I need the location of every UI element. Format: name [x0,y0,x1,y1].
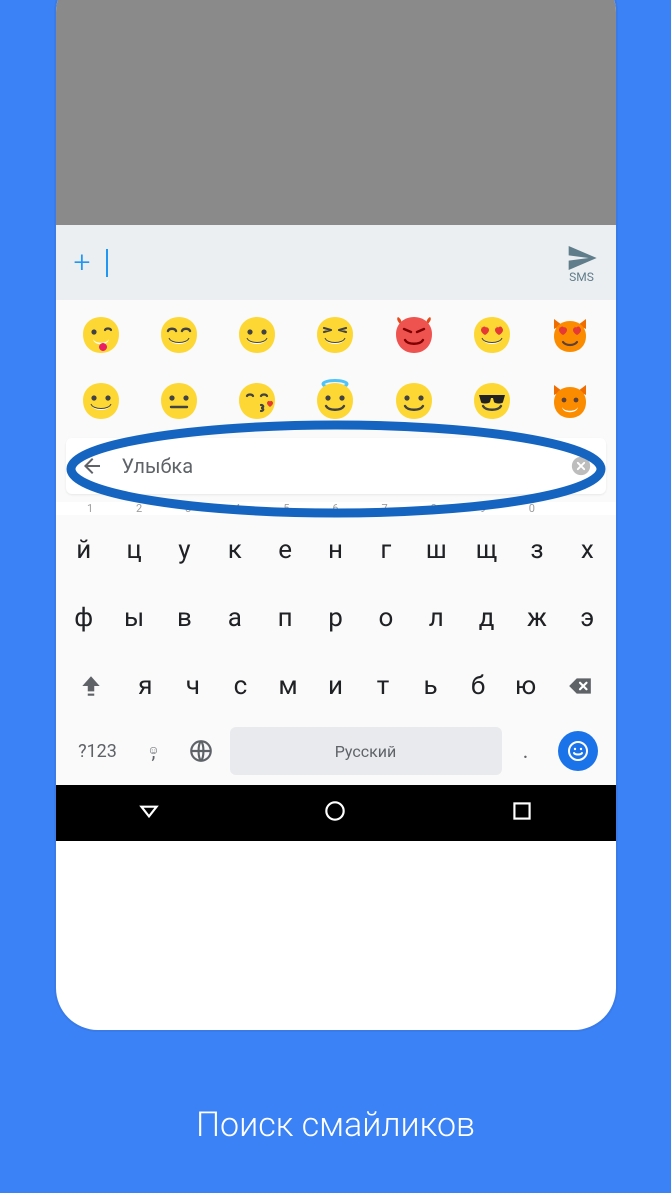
triangle-down-icon [136,798,162,824]
emoji-search-bar: Улыбка [66,438,606,494]
emoji-neutral[interactable] [149,374,209,428]
period-key[interactable]: . [508,739,544,764]
hint: 7 [360,502,409,515]
key-б[interactable]: б [455,655,501,717]
key-у[interactable]: у [160,519,208,581]
emoji-squint-laugh[interactable] [305,308,365,362]
emoji-cat-grin[interactable] [540,374,600,428]
emoji-halo[interactable] [305,374,365,428]
nav-home[interactable] [322,798,348,828]
key-х[interactable]: х [563,519,611,581]
send-button[interactable]: SMS [566,242,598,284]
hint: 0 [507,502,556,515]
key-к[interactable]: к [211,519,259,581]
hint: 9 [458,502,507,515]
back-button[interactable] [80,454,104,478]
key-ж[interactable]: ж [513,587,561,649]
emoji-sunglasses[interactable] [462,374,522,428]
hint: 8 [409,502,458,515]
shift-key[interactable] [62,655,121,717]
attach-button[interactable]: + [74,245,91,280]
clear-button[interactable] [570,455,592,477]
hint [556,502,605,515]
emoji-heart-eyes[interactable] [462,308,522,362]
smile-icon [566,739,590,763]
key-ф[interactable]: ф [60,587,108,649]
emoji-smile2[interactable] [384,374,444,428]
backspace-key[interactable] [550,655,609,717]
send-label: SMS [569,270,594,284]
circle-icon [322,798,348,824]
emoji-devil[interactable] [384,308,444,362]
nav-recents[interactable] [509,798,535,828]
key-т[interactable]: т [360,655,406,717]
search-input[interactable]: Улыбка [122,454,570,478]
key-а[interactable]: а [211,587,259,649]
key-ц[interactable]: ц [110,519,158,581]
hint: 5 [262,502,311,515]
key-м[interactable]: м [265,655,311,717]
key-я[interactable]: я [123,655,169,717]
emoji-results: Улыбка [56,300,616,502]
emoji-grin[interactable] [71,374,131,428]
key-ы[interactable]: ы [110,587,158,649]
hint: 6 [311,502,360,515]
key-л[interactable]: л [412,587,460,649]
hint: 4 [213,502,262,515]
emoji-toggle-key[interactable] [550,731,606,771]
globe-icon [188,738,214,764]
emoji-cat-heart[interactable] [540,308,600,362]
app-content-placeholder [56,0,616,225]
key-ч[interactable]: ч [170,655,216,717]
key-э[interactable]: э [563,587,611,649]
nav-back[interactable] [136,798,162,828]
key-ш[interactable]: ш [412,519,460,581]
arrow-left-icon [80,454,104,478]
key-н[interactable]: н [311,519,359,581]
hint: 1 [66,502,115,515]
compose-bar: + SMS [56,225,616,300]
comma-key[interactable]: ☺ , [136,739,172,763]
key-о[interactable]: о [362,587,410,649]
emoji-smile[interactable] [227,308,287,362]
hint: 3 [164,502,213,515]
key-з[interactable]: з [513,519,561,581]
emoji-kiss[interactable] [227,374,287,428]
key-е[interactable]: е [261,519,309,581]
android-navbar [56,785,616,841]
emoji-hint-icon: ☺ [147,743,159,757]
emoji-laugh[interactable] [149,308,209,362]
key-щ[interactable]: щ [462,519,510,581]
space-key[interactable]: Русский [230,727,502,775]
square-icon [509,798,535,824]
shift-icon [78,673,104,699]
key-г[interactable]: г [362,519,410,581]
key-в[interactable]: в [160,587,208,649]
promo-caption: Поиск смайликов [0,1105,671,1145]
backspace-icon [567,673,593,699]
hint: 2 [115,502,164,515]
key-ь[interactable]: ь [408,655,454,717]
key-ю[interactable]: ю [503,655,549,717]
key-р[interactable]: р [311,587,359,649]
close-circle-icon [570,455,592,477]
phone-frame: + SMS Улыбка 1234567890 [56,0,616,1030]
keyboard: йцукенгшщзх фывапролджэ ячсмитьбю ?123 ☺… [56,515,616,785]
number-hints: 1234567890 [56,502,616,515]
key-д[interactable]: д [462,587,510,649]
symbols-key[interactable]: ?123 [66,723,130,779]
emoji-tongue[interactable] [71,308,131,362]
language-key[interactable] [178,738,224,764]
key-п[interactable]: п [261,587,309,649]
text-cursor[interactable] [106,249,108,277]
key-и[interactable]: и [313,655,359,717]
key-с[interactable]: с [218,655,264,717]
key-й[interactable]: й [60,519,108,581]
